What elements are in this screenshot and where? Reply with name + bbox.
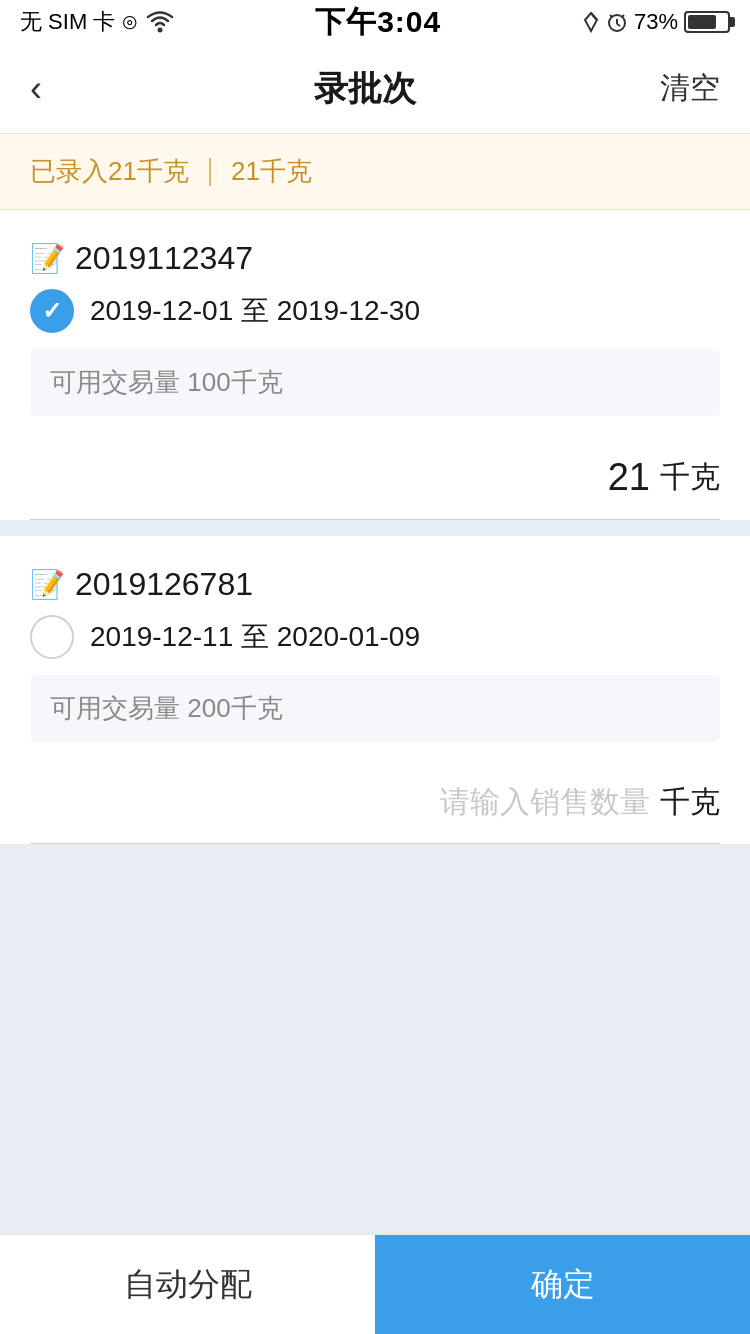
- svg-line-1: [591, 13, 597, 20]
- batch-1-radio[interactable]: [30, 289, 74, 333]
- batch-1-value: 21: [608, 456, 650, 499]
- batch-2-available: 可用交易量 200千克: [50, 693, 283, 723]
- info-divider: [209, 158, 211, 186]
- location-icon: [582, 11, 600, 33]
- batch-1-available: 可用交易量 100千克: [50, 367, 283, 397]
- battery-icon: [684, 11, 730, 33]
- status-time: 下午3:04: [315, 2, 441, 43]
- status-left: 无 SIM 卡 ⊙: [20, 7, 174, 37]
- svg-point-0: [158, 28, 163, 33]
- clear-button[interactable]: 清空: [640, 68, 720, 109]
- batch-1-id: 2019112347: [75, 240, 253, 277]
- batch-2-input-row: 请输入销售数量 千克: [0, 762, 750, 843]
- nav-bar: ‹ 录批次 清空: [0, 44, 750, 134]
- sim-text: 无 SIM 卡 ⊙: [20, 7, 138, 37]
- batch-2-row: 2019-12-11 至 2020-01-09: [30, 615, 720, 659]
- svg-line-6: [622, 15, 624, 17]
- status-right: 73%: [582, 9, 730, 35]
- auto-distribute-button[interactable]: 自动分配: [0, 1235, 375, 1334]
- batch-2-radio[interactable]: [30, 615, 74, 659]
- page-title: 录批次: [314, 66, 416, 112]
- batch-2-icon: 📝: [30, 568, 65, 601]
- battery-fill: [688, 15, 716, 29]
- batch-2-available-box: 可用交易量 200千克: [30, 675, 720, 742]
- confirm-button[interactable]: 确定: [375, 1235, 750, 1334]
- batch-2-id: 2019126781: [75, 566, 253, 603]
- info-amount: 21千克: [231, 154, 312, 189]
- battery-percent: 73%: [634, 9, 678, 35]
- wifi-icon: [146, 11, 174, 33]
- batch-2-container: 📝 2019126781 2019-12-11 至 2020-01-09 可用交…: [0, 536, 750, 742]
- batch-2-date: 2019-12-11 至 2020-01-09: [90, 618, 420, 656]
- batch-2-header: 📝 2019126781: [30, 566, 720, 603]
- batch-1-container: 📝 2019112347 2019-12-01 至 2019-12-30 可用交…: [0, 210, 750, 416]
- batch-1-unit: 千克: [660, 457, 720, 498]
- alarm-icon: [606, 11, 628, 33]
- bottom-bar: 自动分配 确定: [0, 1234, 750, 1334]
- svg-line-5: [610, 15, 612, 17]
- batch-2-unit: 千克: [660, 782, 720, 823]
- svg-line-4: [617, 24, 620, 26]
- batch-item-1: 📝 2019112347 2019-12-01 至 2019-12-30 可用交…: [0, 210, 750, 520]
- batch-1-row: 2019-12-01 至 2019-12-30: [30, 289, 720, 333]
- batch-1-available-box: 可用交易量 100千克: [30, 349, 720, 416]
- batch-2-placeholder: 请输入销售数量: [30, 782, 650, 823]
- info-label: 已录入21千克: [30, 154, 189, 189]
- status-bar: 无 SIM 卡 ⊙ 下午3:04 73%: [0, 0, 750, 44]
- batch-1-icon: 📝: [30, 242, 65, 275]
- batch-1-date: 2019-12-01 至 2019-12-30: [90, 292, 420, 330]
- batch-item-2: 📝 2019126781 2019-12-11 至 2020-01-09 可用交…: [0, 536, 750, 844]
- back-button[interactable]: ‹: [30, 68, 90, 110]
- info-bar: 已录入21千克 21千克: [0, 134, 750, 210]
- batch-1-header: 📝 2019112347: [30, 240, 720, 277]
- batch-1-amount-row: 21 千克: [0, 436, 750, 519]
- section-divider: [0, 520, 750, 536]
